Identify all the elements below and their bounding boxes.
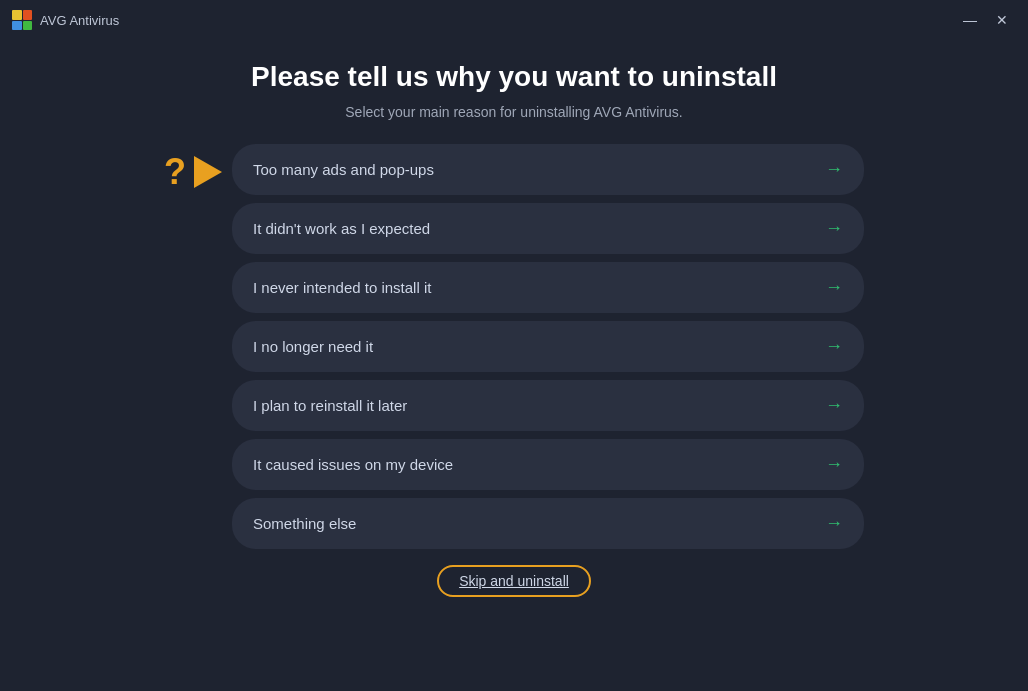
skip-area: Skip and uninstall <box>437 565 591 597</box>
title-bar: AVG Antivirus — ✕ <box>0 0 1028 40</box>
option-arrow-no_longer_need: → <box>825 336 843 357</box>
icon-q2 <box>23 10 33 20</box>
main-content: Please tell us why you want to uninstall… <box>0 40 1028 691</box>
option-label-no_longer_need: I no longer need it <box>253 338 373 355</box>
option-item-something_else[interactable]: Something else → <box>232 498 864 549</box>
option-label-ads: Too many ads and pop-ups <box>253 161 434 178</box>
title-bar-controls: — ✕ <box>956 6 1016 34</box>
option-arrow-didnt_work: → <box>825 218 843 239</box>
option-arrow-never_intended: → <box>825 277 843 298</box>
left-icons: ? <box>164 154 222 190</box>
options-area: ? Too many ads and pop-ups→It didn't wor… <box>164 144 864 549</box>
icon-q1 <box>12 10 22 20</box>
question-mark-icon: ? <box>164 154 186 190</box>
title-bar-left: AVG Antivirus <box>12 10 119 30</box>
option-arrow-reinstall_later: → <box>825 395 843 416</box>
app-icon <box>12 10 32 30</box>
play-icon <box>194 156 222 188</box>
option-item-ads[interactable]: Too many ads and pop-ups → <box>232 144 864 195</box>
icon-q3 <box>12 21 22 31</box>
option-label-caused_issues: It caused issues on my device <box>253 456 453 473</box>
option-arrow-ads: → <box>825 159 843 180</box>
option-label-something_else: Something else <box>253 515 356 532</box>
option-item-didnt_work[interactable]: It didn't work as I expected → <box>232 203 864 254</box>
icon-q4 <box>23 21 33 31</box>
skip-uninstall-button[interactable]: Skip and uninstall <box>437 565 591 597</box>
option-item-reinstall_later[interactable]: I plan to reinstall it later → <box>232 380 864 431</box>
option-arrow-caused_issues: → <box>825 454 843 475</box>
option-item-caused_issues[interactable]: It caused issues on my device → <box>232 439 864 490</box>
option-item-never_intended[interactable]: I never intended to install it → <box>232 262 864 313</box>
option-label-didnt_work: It didn't work as I expected <box>253 220 430 237</box>
option-arrow-something_else: → <box>825 513 843 534</box>
option-item-no_longer_need[interactable]: I no longer need it → <box>232 321 864 372</box>
page-subtitle: Select your main reason for uninstalling… <box>345 104 682 120</box>
minimize-button[interactable]: — <box>956 6 984 34</box>
close-button[interactable]: ✕ <box>988 6 1016 34</box>
page-title: Please tell us why you want to uninstall <box>251 60 777 94</box>
option-label-reinstall_later: I plan to reinstall it later <box>253 397 407 414</box>
app-title: AVG Antivirus <box>40 13 119 28</box>
options-list: Too many ads and pop-ups→It didn't work … <box>232 144 864 549</box>
option-label-never_intended: I never intended to install it <box>253 279 431 296</box>
